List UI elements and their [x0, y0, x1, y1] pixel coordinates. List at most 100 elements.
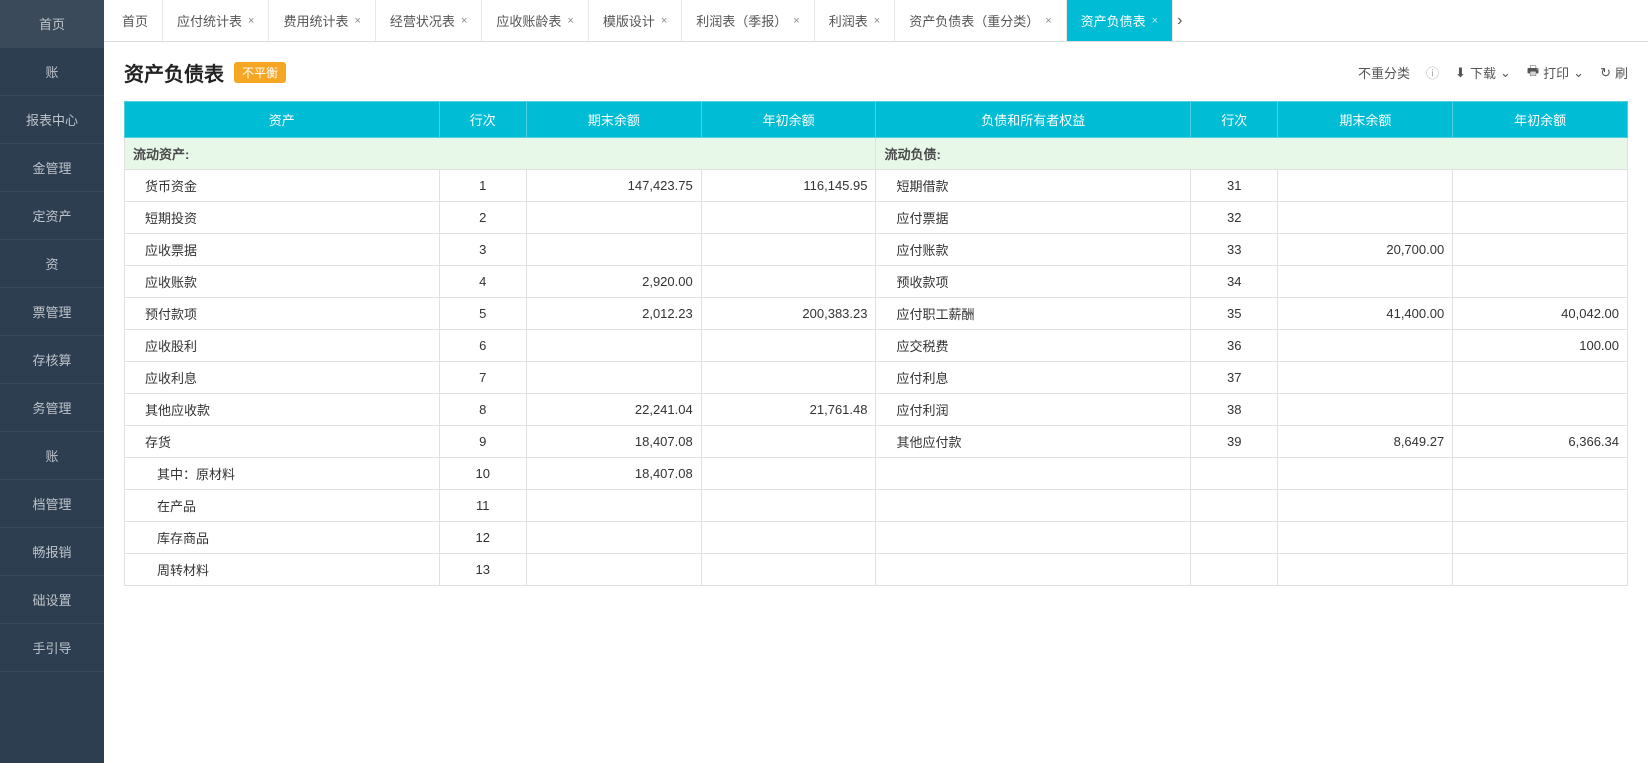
col-header-assets: 资产 [125, 102, 440, 138]
right-item-label: 预收款项 [876, 266, 1191, 298]
left-period-val [526, 330, 701, 362]
download-chevron-icon: ⌄ [1500, 65, 1511, 81]
download-icon: ⬇ [1455, 65, 1466, 81]
right-year-val: 100.00 [1453, 330, 1628, 362]
left-period-val: 147,423.75 [526, 170, 701, 202]
left-item-label: 应收账款 [125, 266, 440, 298]
left-row-num: 12 [439, 522, 526, 554]
right-row-num: 36 [1191, 330, 1278, 362]
left-row-num: 7 [439, 362, 526, 394]
right-period-val: 8,649.27 [1278, 426, 1453, 458]
tab-scroll-right[interactable]: › [1177, 12, 1182, 30]
tab-balance-sheet[interactable]: 资产负债表 × [1067, 0, 1173, 42]
left-item-label: 应收股利 [125, 330, 440, 362]
print-chevron-icon: ⌄ [1573, 65, 1584, 81]
sidebar-item-ticket[interactable]: 票管理 [0, 288, 104, 336]
right-item-label: 应付账款 [876, 234, 1191, 266]
page-actions: 不重分类 ⓘ ⬇ 下载 ⌄ 🖶 打印 ⌄ ↻ 刷 [1358, 62, 1628, 84]
table-row: 库存商品 12 [125, 522, 1628, 554]
left-year-val [701, 522, 876, 554]
left-period-val: 18,407.08 [526, 458, 701, 490]
page-title: 资产负债表 [124, 58, 224, 87]
sidebar-item-report-center[interactable]: 报表中心 [0, 96, 104, 144]
left-item-label: 其他应收款 [125, 394, 440, 426]
tab-balance-reclassified[interactable]: 资产负债表（重分类） × [895, 0, 1066, 42]
left-year-val [701, 202, 876, 234]
left-period-val: 18,407.08 [526, 426, 701, 458]
close-tab-balance-reclassified[interactable]: × [1045, 15, 1051, 27]
sidebar-item-account[interactable]: 账 [0, 432, 104, 480]
table-row: 短期投资 2 应付票据 32 [125, 202, 1628, 234]
close-tab-operations[interactable]: × [461, 15, 467, 27]
right-row-num: 33 [1191, 234, 1278, 266]
tab-income[interactable]: 利润表 × [815, 0, 895, 42]
help-icon[interactable]: ⓘ [1426, 63, 1439, 82]
tab-operations[interactable]: 经营状况表 × [376, 0, 482, 42]
left-item-label: 周转材料 [125, 554, 440, 586]
left-item-label: 在产品 [125, 490, 440, 522]
left-year-val [701, 554, 876, 586]
left-period-val [526, 490, 701, 522]
right-item-label: 其他应付款 [876, 426, 1191, 458]
table-row: 货币资金 1 147,423.75 116,145.95 短期借款 31 [125, 170, 1628, 202]
left-row-num: 13 [439, 554, 526, 586]
tab-income-quarterly[interactable]: 利润表（季报） × [682, 0, 814, 42]
col-header-row-num: 行次 [439, 102, 526, 138]
sidebar-item-tax[interactable]: 务管理 [0, 384, 104, 432]
right-row-num: 31 [1191, 170, 1278, 202]
col-header-period-end2: 期末余额 [1278, 102, 1453, 138]
close-tab-income-quarterly[interactable]: × [793, 15, 799, 27]
close-tab-payable-stats[interactable]: × [248, 15, 254, 27]
left-year-val [701, 426, 876, 458]
close-tab-expense-stats[interactable]: × [354, 15, 360, 27]
right-item-label: 应付利润 [876, 394, 1191, 426]
tab-expense-stats[interactable]: 费用统计表 × [269, 0, 375, 42]
left-year-val [701, 490, 876, 522]
left-period-val [526, 362, 701, 394]
left-row-num: 10 [439, 458, 526, 490]
sidebar-item-fund[interactable]: 金管理 [0, 144, 104, 192]
right-row-num: 38 [1191, 394, 1278, 426]
balance-sheet-table: 资产 行次 期末余额 年初余额 负债和所有者权益 行次 期末余额 年初余额 流动… [124, 101, 1628, 586]
left-year-val: 21,761.48 [701, 394, 876, 426]
no-reclassify-label: 不重分类 [1358, 63, 1410, 82]
close-tab-template-design[interactable]: × [661, 15, 667, 27]
left-row-num: 6 [439, 330, 526, 362]
print-button[interactable]: 🖶 打印 ⌄ [1527, 62, 1584, 84]
close-tab-receivable-aging[interactable]: × [567, 15, 573, 27]
refresh-button[interactable]: ↻ 刷 [1600, 63, 1628, 82]
sidebar-item-settings[interactable]: 础设置 [0, 576, 104, 624]
left-period-val [526, 202, 701, 234]
left-item-label: 应收利息 [125, 362, 440, 394]
left-item-label: 货币资金 [125, 170, 440, 202]
right-row-num: 32 [1191, 202, 1278, 234]
table-row: 应收利息 7 应付利息 37 [125, 362, 1628, 394]
sidebar-item-fixed-assets[interactable]: 定资产 [0, 192, 104, 240]
sidebar-item-guide[interactable]: 手引导 [0, 624, 104, 672]
close-tab-income[interactable]: × [874, 15, 880, 27]
left-period-val: 2,012.23 [526, 298, 701, 330]
tab-receivable-aging[interactable]: 应收账龄表 × [482, 0, 588, 42]
left-period-val [526, 522, 701, 554]
sidebar-item-home[interactable]: 首页 [0, 0, 104, 48]
sidebar-item-archive[interactable]: 档管理 [0, 480, 104, 528]
table-row: 存货 9 18,407.08 其他应付款 39 8,649.27 6,366.3… [125, 426, 1628, 458]
left-row-num: 3 [439, 234, 526, 266]
close-tab-balance-sheet[interactable]: × [1152, 15, 1158, 27]
tab-home[interactable]: 首页 [108, 0, 163, 42]
sidebar-item-inventory[interactable]: 存核算 [0, 336, 104, 384]
left-item-label: 应收票据 [125, 234, 440, 266]
tab-template-design[interactable]: 模版设计 × [589, 0, 682, 42]
left-item-label: 存货 [125, 426, 440, 458]
sidebar-item-expense[interactable]: 畅报销 [0, 528, 104, 576]
table-row: 应收股利 6 应交税费 36 100.00 [125, 330, 1628, 362]
page-content-area: 资产负债表 不平衡 不重分类 ⓘ ⬇ 下载 ⌄ 🖶 打印 ⌄ ↻ 刷 [104, 42, 1648, 763]
right-section-label: 流动负债: [876, 138, 1628, 170]
download-button[interactable]: ⬇ 下载 ⌄ [1455, 63, 1511, 82]
table-row: 应收票据 3 应付账款 33 20,700.00 [125, 234, 1628, 266]
tab-payable-stats[interactable]: 应付统计表 × [163, 0, 269, 42]
left-item-label: 预付款项 [125, 298, 440, 330]
sidebar-item-investment[interactable]: 资 [0, 240, 104, 288]
sidebar-item-ledger[interactable]: 账 [0, 48, 104, 96]
right-item-empty [876, 522, 1191, 554]
